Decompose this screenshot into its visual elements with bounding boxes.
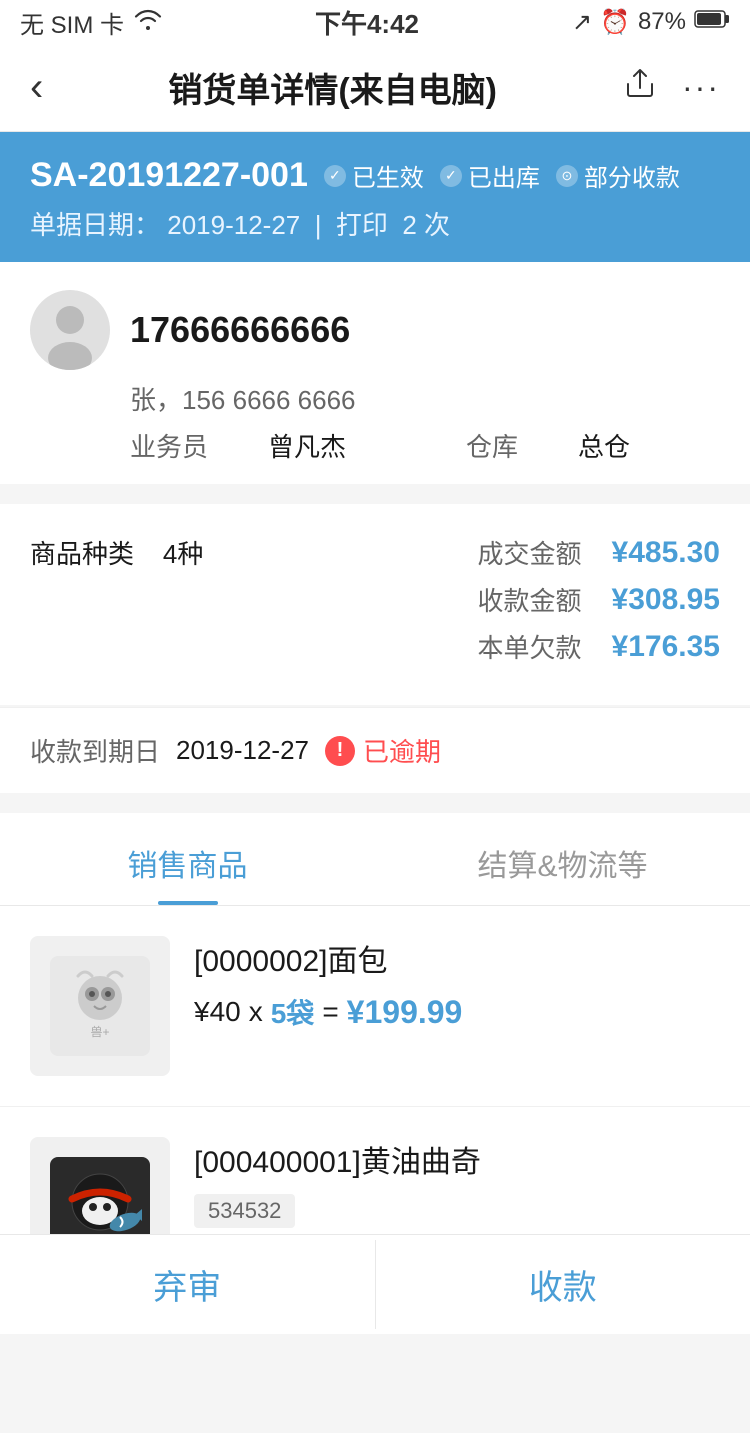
battery-percent: 87% [638, 8, 686, 36]
status-bar-time: 下午4:42 [315, 4, 419, 41]
due-date-section: 收款到期日 2019-12-27 ! 已逾期 [0, 707, 750, 793]
due-date-label: 收款到期日 [30, 732, 160, 769]
product-price-bread: ¥40 x 5袋 = ¥199.99 [194, 992, 720, 1032]
overdue-text: 已逾期 [363, 732, 441, 769]
product-tag-cookie: 534532 [194, 1194, 295, 1228]
badge-shipped: ✓ 已出库 [440, 158, 540, 193]
salesperson-value: 曾凡杰 [268, 427, 346, 464]
page-title: 销货单详情(来自电脑) [168, 63, 497, 112]
location-icon: ↗ [572, 8, 592, 37]
order-id-row: SA-20191227-001 ✓ 已生效 ✓ 已出库 ⊙ 部分收款 [30, 156, 720, 195]
due-date-value: 2019-12-27 [176, 735, 309, 766]
avatar [30, 290, 110, 370]
product-total-bread: ¥199.99 [347, 994, 463, 1031]
svg-text:兽+: 兽+ [90, 1025, 109, 1039]
nav-bar: ‹ 销货单详情(来自电脑) ··· [0, 44, 750, 132]
status-bar-right: ↗ ⏰ 87% [572, 8, 730, 37]
product-type-item: 商品种类 4种 [30, 534, 203, 571]
salesperson-label: 业务员 [130, 427, 208, 464]
stats-right: 成交金额 ¥485.30 收款金额 ¥308.95 本单欠款 ¥176.35 [478, 534, 720, 675]
product-name-bread: [0000002]面包 [194, 936, 720, 980]
order-date-row: 单据日期： 2019-12-27 | 打印 2 次 [30, 205, 720, 242]
customer-main-row: 17666666666 [30, 290, 720, 370]
tabs-section: 销售商品 结算&物流等 [0, 813, 750, 906]
product-item-bread: 兽+ [0000002]面包 ¥40 x 5袋 = ¥199.99 [0, 906, 750, 1107]
check-icon-1: ✓ [324, 165, 346, 187]
received-value: ¥308.95 [612, 583, 720, 617]
back-button[interactable]: ‹ [30, 65, 43, 110]
due-amount-value: ¥176.35 [612, 630, 720, 664]
warehouse-label: 仓库 [466, 427, 518, 464]
nav-right-actions: ··· [622, 66, 720, 109]
status-bar: 无 SIM 卡 下午4:42 ↗ ⏰ 87% [0, 0, 750, 44]
overdue-badge: ! 已逾期 [325, 732, 441, 769]
battery-icon [694, 8, 730, 36]
due-amount-row: 本单欠款 ¥176.35 [478, 628, 720, 665]
more-icon[interactable]: ··· [682, 69, 720, 106]
received-row: 收款金额 ¥308.95 [478, 581, 720, 618]
customer-phone: 张，156 6666 6666 [130, 380, 720, 417]
badge-effective: ✓ 已生效 [324, 158, 424, 193]
sim-status: 无 SIM 卡 [20, 5, 124, 40]
product-name-cookie: [000400001]黄油曲奇 [194, 1137, 720, 1181]
product-qty-bread: 5袋 [271, 992, 315, 1032]
order-id-text: SA-20191227-001 [30, 156, 308, 195]
alarm-icon: ⏰ [600, 8, 630, 37]
product-thumb-bread: 兽+ [30, 936, 170, 1076]
deal-amount-label: 成交金额 [478, 534, 582, 571]
stats-left: 商品种类 4种 [30, 534, 203, 575]
deal-amount-row: 成交金额 ¥485.30 [478, 534, 720, 571]
share-icon[interactable] [622, 66, 658, 109]
customer-section: 17666666666 张，156 6666 6666 业务员 曾凡杰 仓库 总… [0, 262, 750, 484]
due-amount-label: 本单欠款 [478, 628, 582, 665]
wifi-icon [134, 8, 162, 37]
warehouse-value: 总仓 [578, 427, 630, 464]
badge-partial: ⊙ 部分收款 [556, 158, 680, 193]
check-icon-2: ✓ [440, 165, 462, 187]
customer-name: 17666666666 [130, 309, 350, 351]
customer-info-row: 业务员 曾凡杰 仓库 总仓 [130, 427, 720, 464]
cancel-review-button[interactable]: 弃审 [0, 1240, 376, 1329]
collect-payment-button[interactable]: 收款 [376, 1240, 750, 1329]
received-label: 收款金额 [478, 581, 582, 618]
status-bar-left: 无 SIM 卡 [20, 5, 162, 40]
bottom-bar: 弃审 收款 [0, 1234, 750, 1334]
stats-section: 商品种类 4种 成交金额 ¥485.30 收款金额 ¥308.95 本单欠款 ¥… [0, 504, 750, 705]
tab-settlement-logistics[interactable]: 结算&物流等 [375, 813, 750, 905]
deal-amount-value: ¥485.30 [612, 536, 720, 570]
overdue-icon: ! [325, 736, 355, 766]
product-info-bread: [0000002]面包 ¥40 x 5袋 = ¥199.99 [194, 936, 720, 1032]
order-header: SA-20191227-001 ✓ 已生效 ✓ 已出库 ⊙ 部分收款 单据日期：… [0, 132, 750, 262]
clock-icon: ⊙ [556, 165, 578, 187]
tab-sales-products[interactable]: 销售商品 [0, 813, 375, 905]
